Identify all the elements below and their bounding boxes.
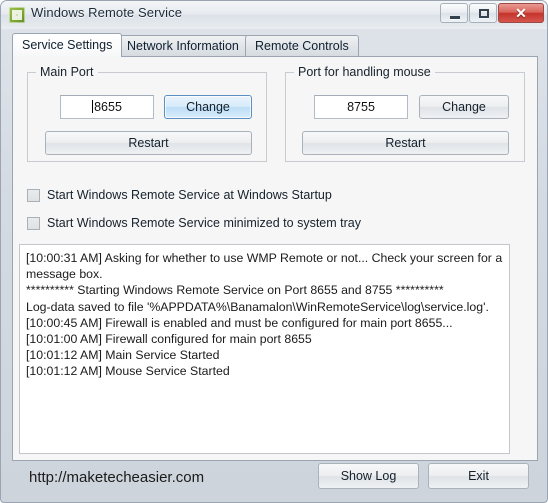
log-output-panel[interactable]: [10:00:31 AM] Asking for whether to use … [19, 244, 510, 454]
log-line: Log-data saved to file '%APPDATA%\Banama… [26, 299, 489, 314]
main-port-input[interactable]: 8655 [60, 95, 154, 119]
minimize-button[interactable] [440, 3, 468, 23]
button-label: Restart [385, 136, 426, 150]
main-port-groupbox: Main Port 8655 Change Restart [27, 65, 267, 162]
main-port-legend: Main Port [36, 65, 98, 79]
button-label: Restart [128, 136, 169, 150]
tab-remote-controls[interactable]: Remote Controls [245, 35, 359, 56]
site-watermark: http://maketecheasier.com [29, 469, 205, 486]
checkbox-row-minimized[interactable]: Start Windows Remote Service minimized t… [27, 216, 361, 230]
show-log-button[interactable]: Show Log [318, 463, 419, 489]
log-line: [10:01:00 AM] Firewall configured for ma… [26, 332, 312, 347]
tab-label: Remote Controls [255, 39, 349, 53]
button-label: Exit [468, 469, 489, 483]
checkbox-minimized-icon[interactable] [27, 216, 40, 230]
mouse-port-restart-button[interactable]: Restart [302, 131, 509, 155]
checkbox-row-startup[interactable]: Start Windows Remote Service at Windows … [27, 188, 332, 202]
mouse-port-change-button[interactable]: Change [419, 95, 509, 119]
tab-network-information[interactable]: Network Information [117, 35, 249, 56]
mouse-port-input[interactable]: 8755 [314, 95, 408, 119]
button-label: Change [442, 100, 486, 114]
checkbox-startup-icon[interactable] [27, 188, 40, 202]
close-icon: ✕ [515, 5, 527, 21]
main-port-value: 8655 [94, 100, 122, 114]
tab-label: Network Information [127, 39, 239, 53]
tab-label: Service Settings [22, 38, 113, 52]
tab-strip: Service Settings Network Information Rem… [12, 33, 538, 57]
window-controls: ✕ [440, 3, 544, 23]
tab-service-settings[interactable]: Service Settings [12, 33, 123, 57]
window-title: Windows Remote Service [31, 5, 183, 20]
log-line: [10:00:45 AM] Firewall is enabled and mu… [26, 315, 453, 330]
button-label: Show Log [340, 469, 397, 483]
maximize-button[interactable] [469, 3, 497, 23]
log-line: ********** Starting Windows Remote Servi… [26, 283, 444, 298]
application-window: Windows Remote Service ✕ Service Setting… [0, 0, 548, 503]
close-button[interactable]: ✕ [498, 3, 544, 23]
maximize-icon [479, 9, 489, 18]
mouse-port-groupbox: Port for handling mouse 8755 Change Rest… [285, 65, 525, 162]
log-line: [10:01:12 AM] Mouse Service Started [26, 364, 230, 379]
log-line: [10:01:12 AM] Main Service Started [26, 348, 220, 363]
main-port-restart-button[interactable]: Restart [45, 131, 252, 155]
mouse-port-value: 8755 [347, 100, 375, 114]
main-port-change-button[interactable]: Change [164, 95, 252, 119]
checkbox-startup-label: Start Windows Remote Service at Windows … [47, 188, 332, 202]
checkbox-minimized-label: Start Windows Remote Service minimized t… [47, 216, 361, 230]
log-line: [10:00:31 AM] Asking for whether to use … [26, 251, 506, 282]
mouse-port-legend: Port for handling mouse [294, 65, 435, 79]
exit-button[interactable]: Exit [428, 463, 529, 489]
minimize-icon [450, 16, 460, 19]
text-caret [92, 100, 94, 113]
app-logo-icon [9, 7, 25, 23]
title-bar[interactable]: Windows Remote Service ✕ [1, 1, 547, 29]
button-label: Change [186, 100, 230, 114]
